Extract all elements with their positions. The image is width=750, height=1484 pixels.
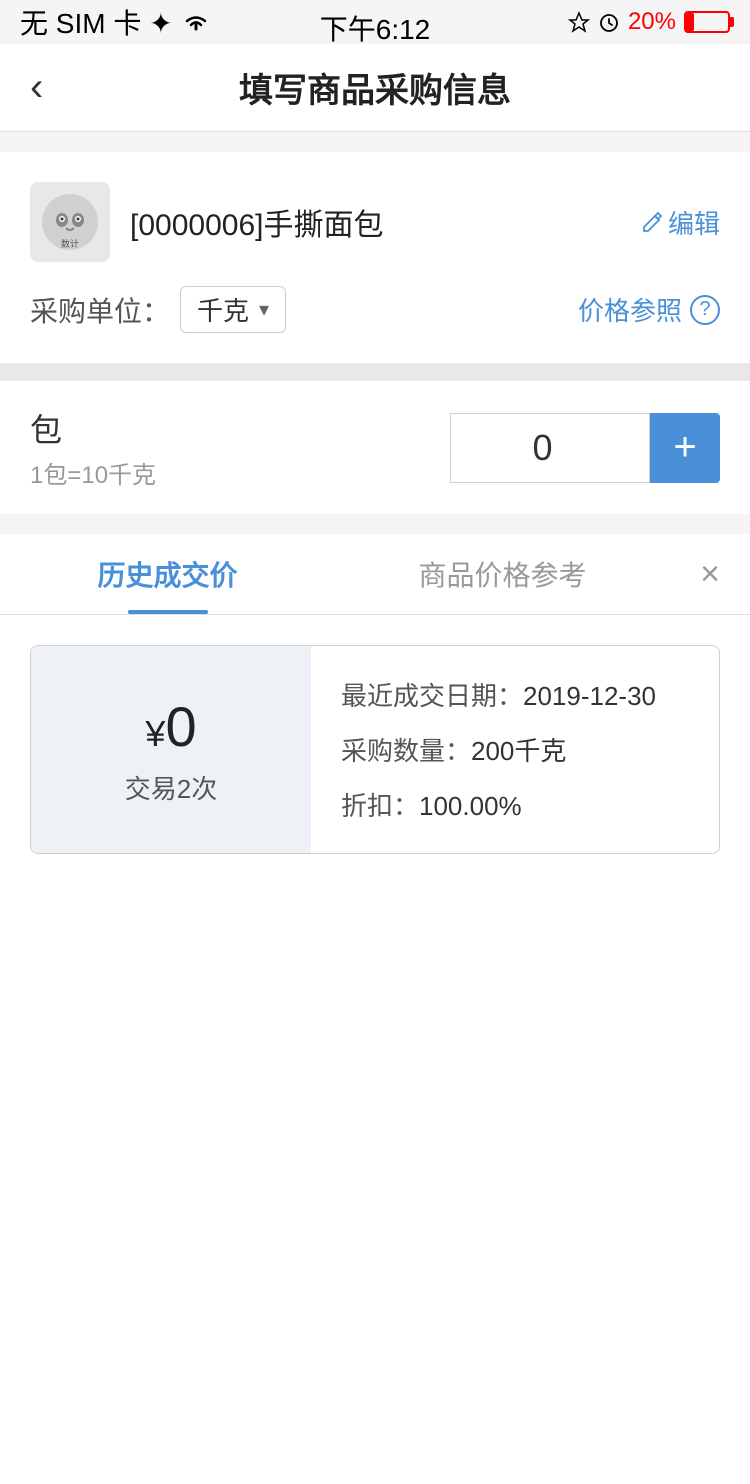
- quantity-input-group: +: [450, 413, 720, 483]
- tab-historical-price[interactable]: 历史成交价: [0, 534, 335, 614]
- wifi-icon: [181, 11, 211, 33]
- battery-fill: [686, 13, 694, 31]
- quantity-label-group: 包 1包=10千克: [30, 405, 156, 490]
- tab-product-reference[interactable]: 商品价格参考: [335, 534, 670, 614]
- quantity-input[interactable]: [450, 413, 650, 483]
- product-thumbnail: 数计: [30, 182, 110, 262]
- price-ref-help-icon: ?: [690, 295, 720, 325]
- discount-row: 折扣：100.00%: [341, 786, 689, 823]
- price-reference-button[interactable]: 价格参照 ?: [578, 291, 720, 328]
- recent-date-label: 最近成交日期：: [341, 681, 523, 711]
- unit-selector-group: 采购单位： 千克 ▾: [30, 286, 286, 333]
- price-ref-label: 价格参照: [578, 291, 682, 328]
- tab-historical-label: 历史成交价: [97, 554, 237, 594]
- discount-value: 100.00%: [419, 791, 522, 821]
- unit-label: 采购单位：: [30, 290, 170, 330]
- price-value: 0: [165, 695, 196, 758]
- product-logo-icon: 数计: [40, 192, 100, 252]
- edit-icon: [640, 210, 664, 234]
- status-right: 20%: [568, 8, 730, 36]
- price-amount: ¥0: [145, 694, 196, 759]
- edit-label: 编辑: [668, 204, 720, 241]
- back-button[interactable]: ‹: [30, 65, 43, 110]
- recent-date-value: 2019-12-30: [523, 681, 656, 711]
- unit-value: 千克: [197, 291, 249, 328]
- purchase-qty-label: 采购数量：: [341, 736, 471, 766]
- page-title: 填写商品采购信息: [239, 63, 511, 112]
- tab-bar: 历史成交价 商品价格参考 ×: [0, 534, 750, 615]
- product-header: 数计 [0000006]手撕面包 编辑: [30, 182, 720, 262]
- quantity-conversion: 1包=10千克: [30, 455, 156, 490]
- status-left: 无 SIM 卡 ✦: [20, 2, 211, 42]
- product-name: [0000006]手撕面包: [130, 200, 383, 244]
- product-header-left: 数计 [0000006]手撕面包: [30, 182, 383, 262]
- price-card-area: ¥0 交易2次 最近成交日期：2019-12-30 采购数量：200千克 折扣：…: [0, 615, 750, 884]
- battery-percent: 20%: [628, 8, 676, 36]
- status-bar: 无 SIM 卡 ✦ 下午6:12 20%: [0, 0, 750, 44]
- unit-dropdown[interactable]: 千克 ▾: [180, 286, 286, 333]
- recent-date-row: 最近成交日期：2019-12-30: [341, 676, 689, 713]
- section-divider: [0, 363, 750, 381]
- sim-text: 无 SIM 卡 ✦: [20, 2, 173, 42]
- quantity-plus-button[interactable]: +: [650, 413, 720, 483]
- discount-label: 折扣：: [341, 791, 419, 821]
- trade-count: 交易2次: [125, 769, 217, 806]
- product-section: 数计 [0000006]手撕面包 编辑 采购单位： 千克 ▾ 价格参照: [0, 152, 750, 363]
- edit-button[interactable]: 编辑: [640, 204, 720, 241]
- price-card-right: 最近成交日期：2019-12-30 采购数量：200千克 折扣：100.00%: [311, 646, 719, 853]
- location-icon: [568, 11, 590, 33]
- unit-chevron-icon: ▾: [259, 297, 269, 322]
- svg-text:数计: 数计: [61, 238, 79, 249]
- status-time: 下午6:12: [320, 8, 431, 48]
- quantity-row: 包 1包=10千克 +: [0, 381, 750, 514]
- purchase-qty-value: 200千克: [471, 736, 566, 766]
- battery-icon: [684, 11, 730, 33]
- nav-bar: ‹ 填写商品采购信息: [0, 44, 750, 132]
- bottom-content: [0, 884, 750, 1484]
- product-unit-row: 采购单位： 千克 ▾ 价格参照 ?: [30, 286, 720, 333]
- price-card-left: ¥0 交易2次: [31, 646, 311, 853]
- purchase-qty-row: 采购数量：200千克: [341, 731, 689, 768]
- help-icon-text: ?: [699, 298, 710, 321]
- currency-symbol: ¥: [145, 713, 165, 754]
- tab-reference-label: 商品价格参考: [418, 554, 586, 594]
- quantity-unit-name: 包: [30, 405, 156, 451]
- alarm-icon: [598, 11, 620, 33]
- tab-section: 历史成交价 商品价格参考 × ¥0 交易2次 最近成交日期：2019-12-30…: [0, 534, 750, 1484]
- price-card: ¥0 交易2次 最近成交日期：2019-12-30 采购数量：200千克 折扣：…: [30, 645, 720, 854]
- tab-close-button[interactable]: ×: [670, 534, 750, 614]
